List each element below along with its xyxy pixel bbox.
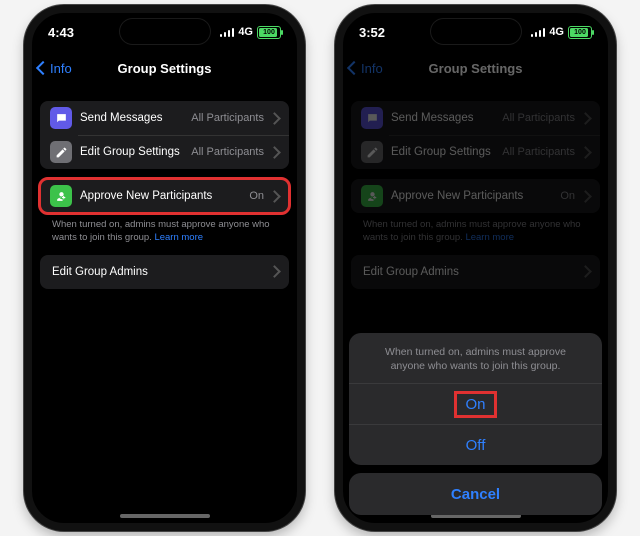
nav-bar: Info Group Settings [32,51,297,85]
phone-right: 3:52 4G 100 Info Group Settings Send Mes… [335,5,616,531]
row-value: All Participants [502,112,575,124]
action-option-on[interactable]: On [349,383,602,424]
row-value: All Participants [191,112,264,124]
back-button[interactable]: Info [349,51,383,85]
footnote: When turned on, admins must approve anyo… [40,213,289,245]
action-cancel[interactable]: Cancel [349,473,602,515]
row-approve-new[interactable]: Approve New Participants On [40,179,289,213]
action-sheet-message: When turned on, admins must approve anyo… [349,333,602,383]
row-send-messages[interactable]: Send Messages All Participants [40,101,289,135]
row-label: Edit Group Settings [391,146,491,158]
user-plus-icon [50,185,72,207]
group-messaging: Send Messages All Participants Edit Grou… [351,101,600,169]
back-label: Info [50,61,72,76]
row-edit-admins[interactable]: Edit Group Admins [351,255,600,289]
group-approve: Approve New Participants On [351,179,600,213]
learn-more-link[interactable]: Learn more [154,232,203,243]
row-approve-new[interactable]: Approve New Participants On [351,179,600,213]
chevron-right-icon [268,146,281,159]
row-label: Edit Group Settings [80,146,180,158]
home-indicator[interactable] [120,514,210,518]
group-admins: Edit Group Admins [351,255,600,289]
row-label: Send Messages [80,112,162,124]
chat-icon [50,107,72,129]
row-edit-admins[interactable]: Edit Group Admins [40,255,289,289]
clock: 4:43 [48,25,74,40]
highlight-on: On [454,391,496,418]
network-label: 4G [549,26,564,38]
row-value: All Participants [502,146,575,158]
row-label: Edit Group Admins [363,266,459,278]
pencil-icon [361,141,383,163]
row-edit-settings[interactable]: Edit Group Settings All Participants [351,135,600,169]
group-admins: Edit Group Admins [40,255,289,289]
battery-icon: 100 [568,26,592,39]
chevron-right-icon [579,265,592,278]
chevron-left-icon [36,61,50,75]
row-value: On [249,190,264,202]
phone-left: 4:43 4G 100 Info Group Settings Send Mes… [24,5,305,531]
action-sheet: When turned on, admins must approve anyo… [349,333,602,515]
back-label: Info [361,61,383,76]
row-label: Approve New Participants [391,190,523,202]
user-plus-icon [361,185,383,207]
row-value: All Participants [191,146,264,158]
settings-content: Send Messages All Participants Edit Grou… [32,85,297,289]
chevron-right-icon [268,190,281,203]
footnote: When turned on, admins must approve anyo… [351,213,600,245]
page-title: Group Settings [118,61,212,76]
group-approve: Approve New Participants On [40,179,289,213]
page-title: Group Settings [429,61,523,76]
learn-more-link[interactable]: Learn more [465,232,514,243]
nav-bar: Info Group Settings [343,51,608,85]
back-button[interactable]: Info [38,51,72,85]
chevron-right-icon [579,190,592,203]
row-label: Send Messages [391,112,473,124]
chevron-right-icon [579,146,592,159]
row-send-messages[interactable]: Send Messages All Participants [351,101,600,135]
action-option-off[interactable]: Off [349,424,602,465]
signal-icon [220,27,235,37]
action-sheet-options: When turned on, admins must approve anyo… [349,333,602,465]
pencil-icon [50,141,72,163]
signal-icon [531,27,546,37]
row-label: Edit Group Admins [52,266,148,278]
row-edit-settings[interactable]: Edit Group Settings All Participants [40,135,289,169]
chevron-right-icon [268,265,281,278]
settings-content: Send Messages All Participants Edit Grou… [343,85,608,289]
chevron-left-icon [347,61,361,75]
notch [120,19,210,44]
group-messaging: Send Messages All Participants Edit Grou… [40,101,289,169]
notch [431,19,521,44]
row-label: Approve New Participants [80,190,212,202]
clock: 3:52 [359,25,385,40]
chevron-right-icon [579,112,592,125]
chevron-right-icon [268,112,281,125]
network-label: 4G [238,26,253,38]
row-value: On [560,190,575,202]
chat-icon [361,107,383,129]
battery-icon: 100 [257,26,281,39]
